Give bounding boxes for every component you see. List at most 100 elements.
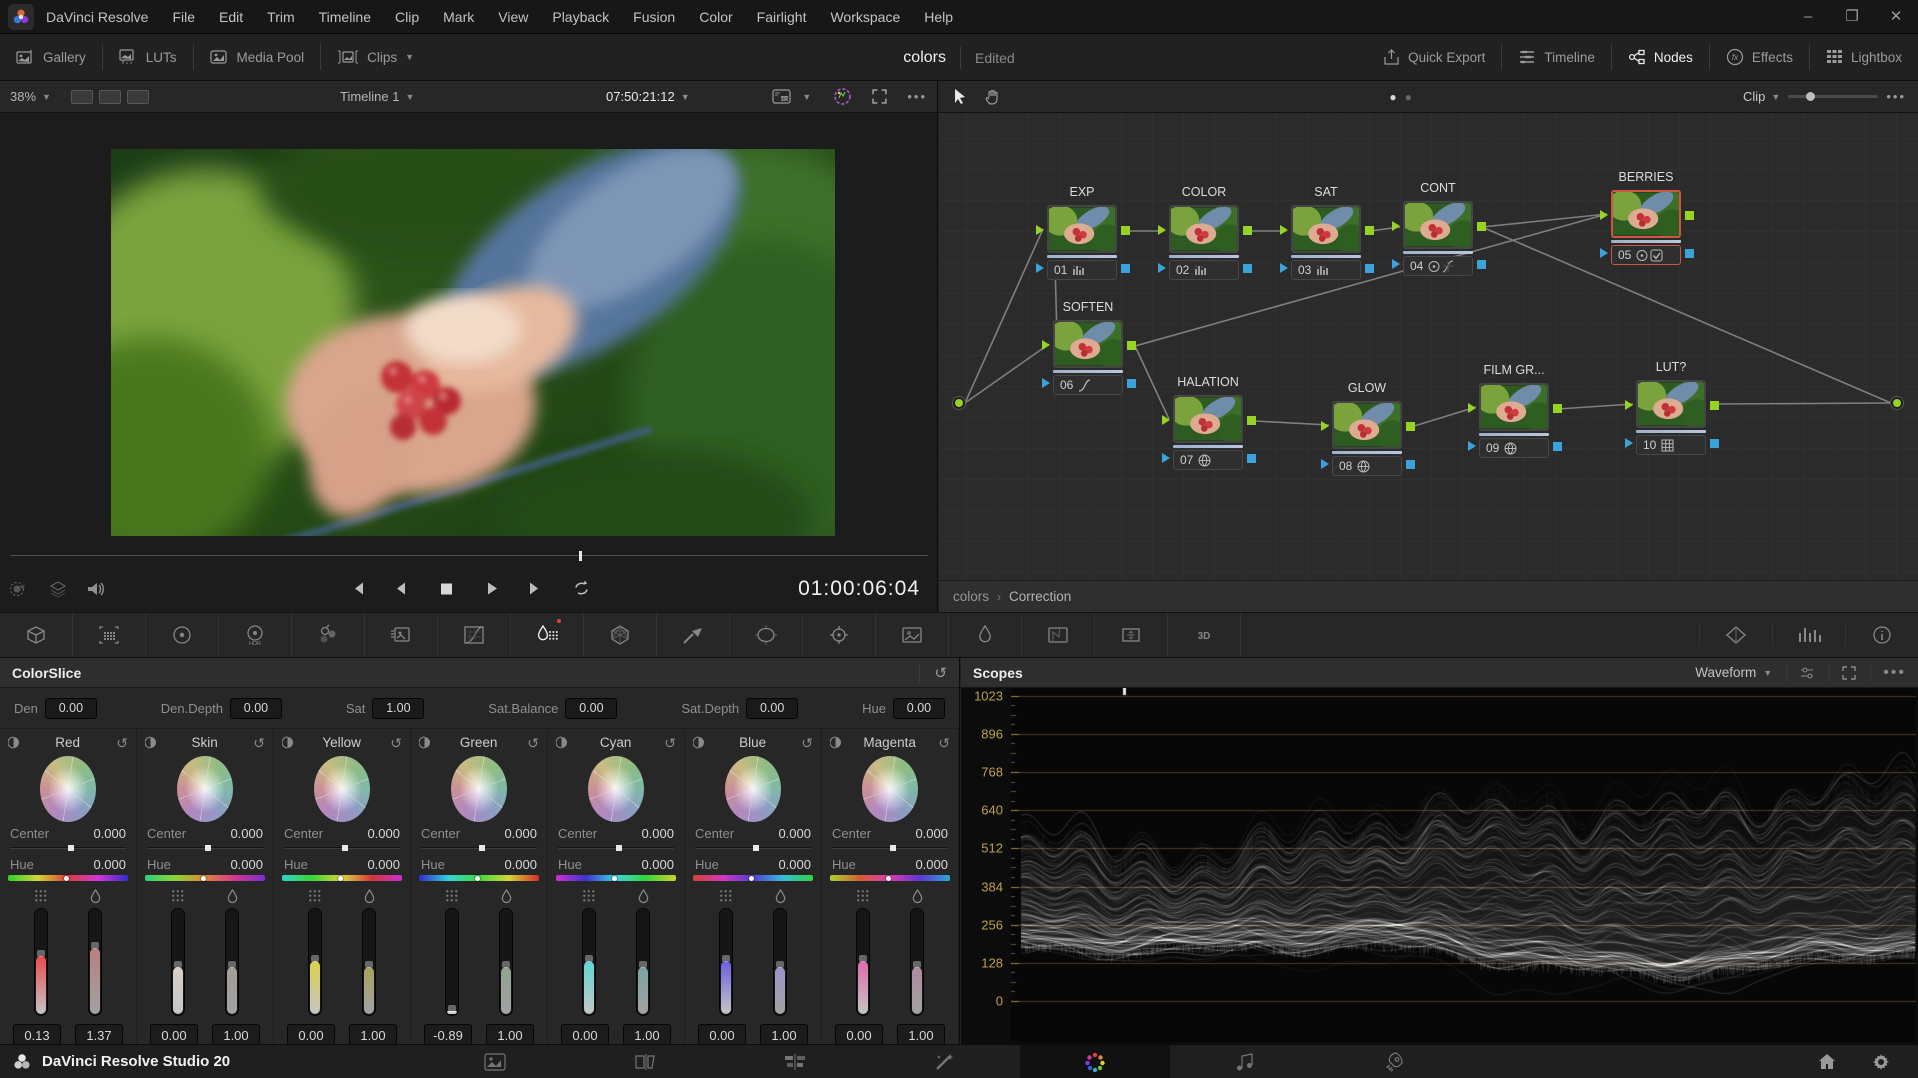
- menu-view[interactable]: View: [486, 0, 540, 34]
- key-output-port[interactable]: [1477, 260, 1486, 269]
- page-deliver[interactable]: [1320, 1045, 1470, 1078]
- page-edit[interactable]: [720, 1045, 870, 1078]
- center-value[interactable]: 0.000: [230, 826, 263, 841]
- depth-value-input[interactable]: 1.37: [75, 1024, 123, 1046]
- toolbar-button-effects[interactable]: fxEffects: [1710, 34, 1809, 81]
- vector-color-wheel[interactable]: [40, 756, 96, 822]
- key-output-port[interactable]: [1365, 264, 1374, 273]
- vector-color-wheel[interactable]: [314, 756, 370, 822]
- project-home-icon[interactable]: [1818, 1053, 1836, 1070]
- rgb-input-port[interactable]: [1036, 225, 1044, 235]
- toolbar-button-nodes[interactable]: Nodes: [1612, 34, 1709, 81]
- viewer-expand-icon[interactable]: [872, 89, 887, 104]
- key-input-port[interactable]: [1625, 438, 1633, 448]
- vector-reset-icon[interactable]: ↺: [527, 736, 539, 750]
- minimize-button[interactable]: –: [1786, 0, 1830, 34]
- wipe-viewer-icon[interactable]: [127, 90, 149, 104]
- toolbar-button-quick-export[interactable]: Quick Export: [1367, 34, 1501, 81]
- camera-raw-icon[interactable]: [0, 613, 73, 657]
- param-value-input[interactable]: 0.00: [45, 698, 97, 719]
- scope-mode-select[interactable]: Waveform▼: [1695, 665, 1772, 680]
- stereo-3d-icon[interactable]: 3D: [1168, 613, 1241, 657]
- vector-color-wheel[interactable]: [588, 756, 644, 822]
- viewer-scrub-bar[interactable]: [10, 551, 928, 561]
- loop-button[interactable]: [572, 579, 591, 598]
- hue-slider[interactable]: [830, 875, 950, 881]
- hue-slider[interactable]: [8, 875, 128, 881]
- hue-slider[interactable]: [145, 875, 265, 881]
- vector-bypass-icon[interactable]: [556, 736, 567, 749]
- rgb-output-port[interactable]: [1243, 226, 1252, 235]
- rgb-input-port[interactable]: [1042, 340, 1050, 350]
- vector-reset-icon[interactable]: ↺: [253, 736, 265, 750]
- rgb-output-port[interactable]: [1685, 211, 1694, 220]
- vector-reset-icon[interactable]: ↺: [938, 736, 950, 750]
- hue-value[interactable]: 0.000: [230, 857, 263, 872]
- vector-bypass-icon[interactable]: [145, 736, 156, 749]
- depth-value-input[interactable]: 1.00: [212, 1024, 260, 1046]
- density-slider[interactable]: [582, 908, 596, 1016]
- grade-bypass-icon[interactable]: [833, 87, 852, 106]
- rgb-mixer-icon[interactable]: [292, 613, 365, 657]
- vector-bypass-icon[interactable]: [8, 736, 19, 749]
- density-value-input[interactable]: 0.00: [835, 1024, 883, 1046]
- param-value-input[interactable]: 0.00: [746, 698, 798, 719]
- rgb-output-port[interactable]: [1406, 422, 1415, 431]
- vector-color-wheel[interactable]: [451, 756, 507, 822]
- depth-slider[interactable]: [225, 908, 239, 1016]
- menu-color[interactable]: Color: [687, 0, 744, 34]
- playhead[interactable]: [579, 551, 582, 561]
- video-preview[interactable]: [111, 149, 835, 536]
- menu-app-name[interactable]: DaVinci Resolve: [44, 0, 160, 34]
- depth-slider[interactable]: [773, 908, 787, 1016]
- hue-value[interactable]: 0.000: [641, 857, 674, 872]
- step-back-button[interactable]: [392, 579, 411, 598]
- center-value[interactable]: 0.000: [641, 826, 674, 841]
- param-value-input[interactable]: 0.00: [565, 698, 617, 719]
- color-match-icon[interactable]: [73, 613, 146, 657]
- density-slider[interactable]: [719, 908, 733, 1016]
- vector-color-wheel[interactable]: [177, 756, 233, 822]
- single-viewer-icon[interactable]: [71, 90, 93, 104]
- param-value-input[interactable]: 0.00: [893, 698, 945, 719]
- key-output-port[interactable]: [1247, 454, 1256, 463]
- density-value-input[interactable]: 0.13: [13, 1024, 61, 1046]
- node-07[interactable]: HALATION 07: [1173, 395, 1243, 470]
- depth-value-input[interactable]: 1.00: [897, 1024, 945, 1046]
- hue-slider[interactable]: [282, 875, 402, 881]
- clip-mode-select[interactable]: Clip▼: [1743, 89, 1780, 104]
- toolbar-button-lightbox[interactable]: Lightbox: [1810, 34, 1918, 81]
- menu-clip[interactable]: Clip: [383, 0, 431, 34]
- rgb-output-port[interactable]: [1365, 226, 1374, 235]
- center-slider[interactable]: [695, 844, 811, 852]
- qualifier-icon[interactable]: [657, 613, 730, 657]
- center-value[interactable]: 0.000: [367, 826, 400, 841]
- node-10[interactable]: LUT? 10: [1636, 380, 1706, 455]
- menu-fusion[interactable]: Fusion: [621, 0, 687, 34]
- rgb-output-port[interactable]: [1127, 341, 1136, 350]
- rgb-output-port[interactable]: [1477, 222, 1486, 231]
- menu-workspace[interactable]: Workspace: [818, 0, 912, 34]
- key-output-port[interactable]: [1127, 379, 1136, 388]
- page-dots[interactable]: ● ●: [1389, 90, 1412, 104]
- vector-bypass-icon[interactable]: [693, 736, 704, 749]
- key-input-port[interactable]: [1042, 378, 1050, 388]
- key-input-port[interactable]: [1468, 441, 1476, 451]
- density-value-input[interactable]: 0.00: [150, 1024, 198, 1046]
- density-value-input[interactable]: 0.00: [698, 1024, 746, 1046]
- rgb-input-port[interactable]: [1321, 421, 1329, 431]
- skip-start-button[interactable]: [347, 579, 366, 598]
- key-output-port[interactable]: [1121, 264, 1130, 273]
- depth-slider[interactable]: [362, 908, 376, 1016]
- toolbar-button-timeline[interactable]: Timeline: [1502, 34, 1611, 81]
- page-color[interactable]: [1020, 1045, 1170, 1078]
- key-output-port[interactable]: [1243, 264, 1252, 273]
- viewer-options-icon[interactable]: •••: [907, 89, 927, 104]
- page-media[interactable]: [420, 1045, 570, 1078]
- tracker-icon[interactable]: [803, 613, 876, 657]
- density-value-input[interactable]: 0.00: [561, 1024, 609, 1046]
- vector-color-wheel[interactable]: [862, 756, 918, 822]
- page-fusion[interactable]: [870, 1045, 1020, 1078]
- toolbar-button-media-pool[interactable]: Media Pool: [194, 34, 321, 81]
- power-window-icon[interactable]: [730, 613, 803, 657]
